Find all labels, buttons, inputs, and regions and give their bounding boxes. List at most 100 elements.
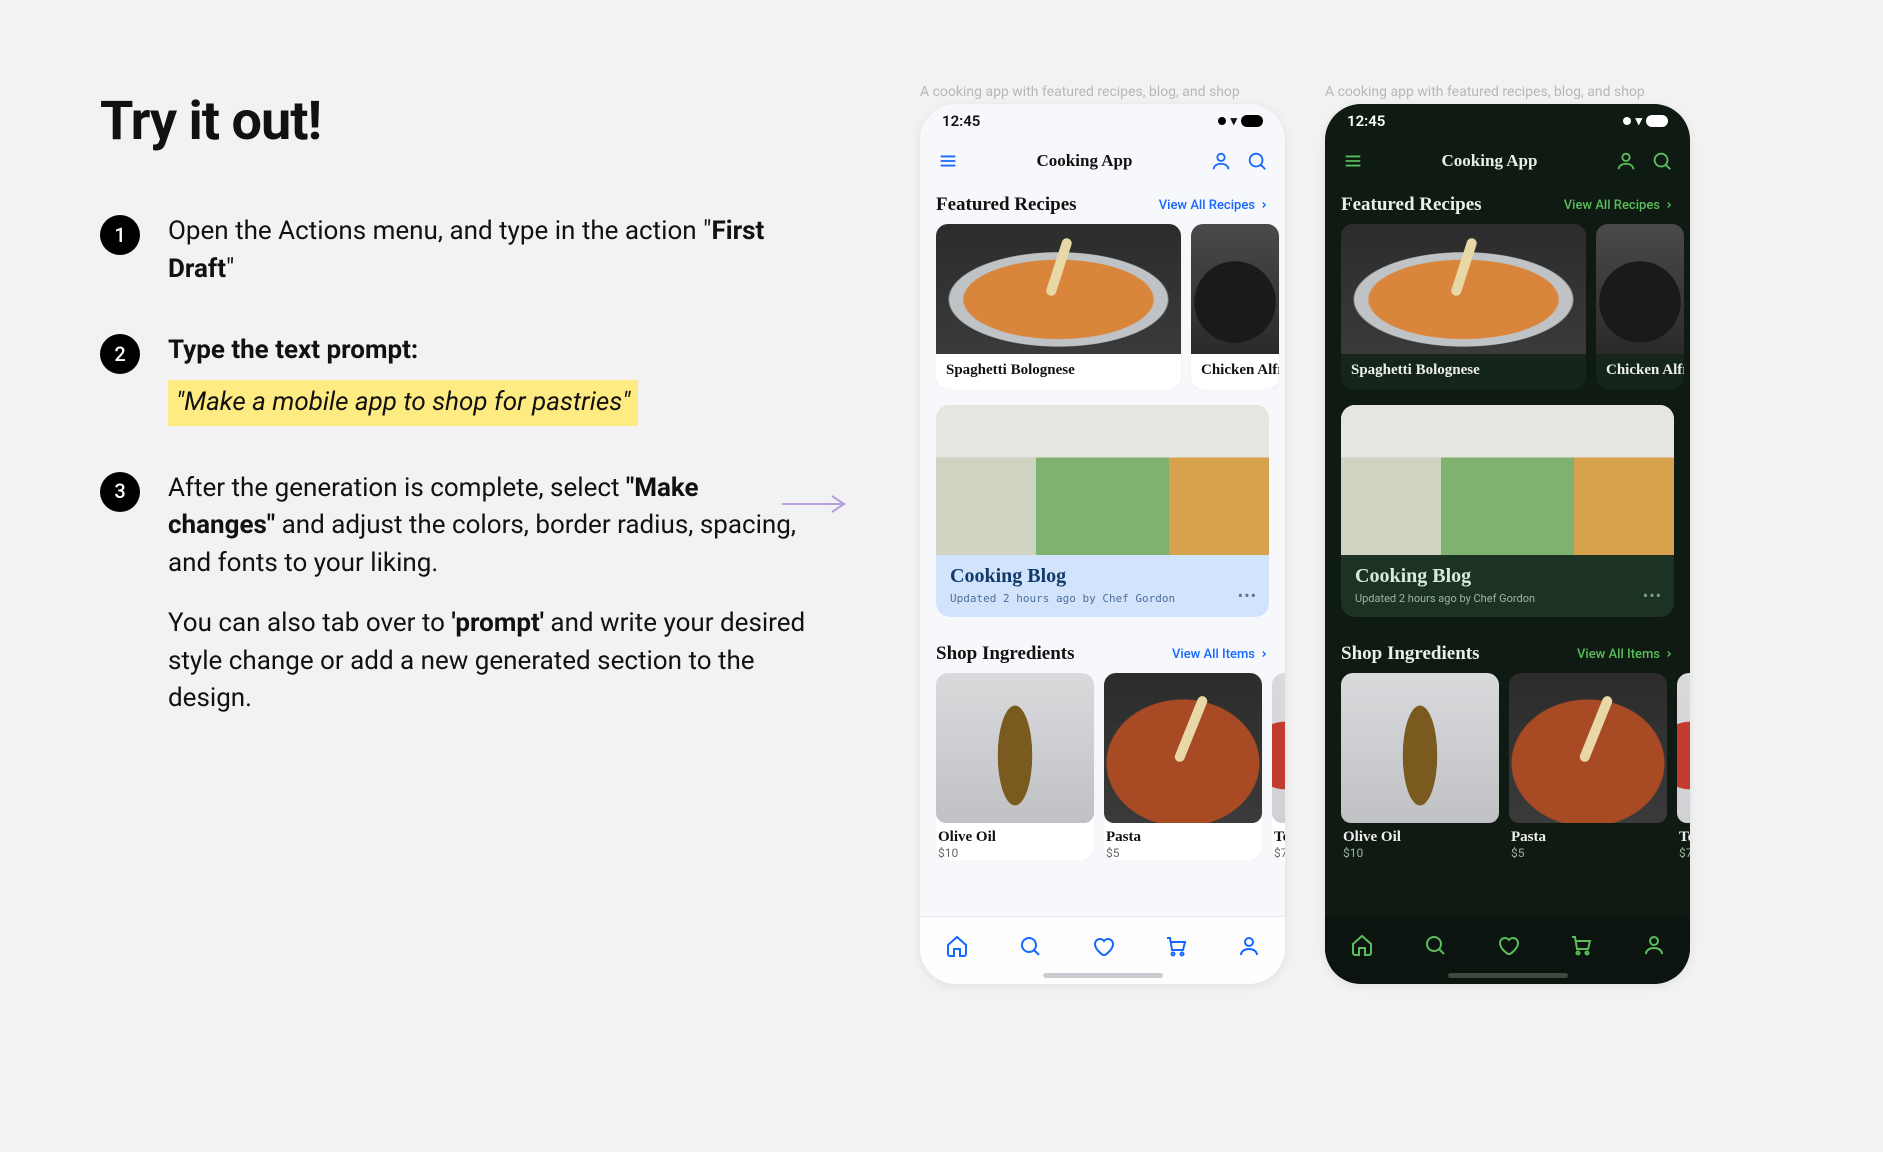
mock-caption-dark: A cooking app with featured recipes, blo… [1325,84,1645,100]
home-indicator [1448,973,1568,978]
shop-card[interactable]: Olive Oil $10 [1341,673,1499,860]
status-icons: ▾ [1623,114,1668,129]
tabbar [920,916,1285,984]
shop-image [1509,673,1667,823]
tab-favorites-icon[interactable] [1496,933,1520,957]
tab-profile-icon[interactable] [1237,934,1261,958]
featured-head: Featured Recipes View All Recipes [920,184,1285,224]
featured-heading: Featured Recipes [936,194,1077,216]
tab-profile-icon[interactable] [1642,933,1666,957]
step-3-badge: 3 [100,472,140,512]
search-icon[interactable] [1245,149,1269,173]
featured-head: Featured Recipes View All Recipes [1325,184,1690,224]
status-bar: 12:45 ▾ [1325,104,1690,138]
step-3-p2-bold: 'prompt' [451,608,544,638]
shop-name: Pasta [1509,823,1667,846]
battery-icon [1646,115,1668,127]
status-time: 12:45 [1347,112,1385,130]
recipe-image [1191,224,1279,354]
chevron-right-icon [1259,200,1269,210]
shop-card[interactable]: Pasta $5 [1104,673,1262,860]
chevron-right-icon [1664,200,1674,210]
mock-caption-light: A cooking app with featured recipes, blo… [920,84,1240,100]
tab-home-icon[interactable] [1350,933,1374,957]
step-1-text-post: " [226,254,234,284]
shop-list[interactable]: Olive Oil $10 Pasta $5 Tomato $7 [920,673,1285,860]
tab-cart-icon[interactable] [1569,933,1593,957]
blog-card[interactable]: Cooking Blog Updated 2 hours ago by Chef… [1341,405,1674,617]
shop-head: Shop Ingredients View All Items [920,633,1285,673]
blog-card[interactable]: Cooking Blog Updated 2 hours ago by Chef… [936,405,1269,617]
shop-image [1272,673,1285,823]
blog-image [1341,405,1674,555]
step-2: 2 Type the text prompt: "Make a mobile a… [100,332,810,425]
step-2-lead: Type the text prompt: [168,335,418,365]
blog-meta: Updated 2 hours ago by Chef Gordon [1355,592,1660,605]
blog-meta: Updated 2 hours ago by Chef Gordon [950,592,1255,605]
recipe-card[interactable]: Spaghetti Bolognese [1341,224,1586,389]
step-3-body: After the generation is complete, select… [168,470,810,718]
instruction-panel: Try it out! 1 Open the Actions menu, and… [100,90,810,762]
shop-viewall[interactable]: View All Items [1577,647,1674,662]
shop-card[interactable]: Tomato $7 [1272,673,1285,860]
profile-icon[interactable] [1614,149,1638,173]
tab-search-icon[interactable] [1018,934,1042,958]
tab-favorites-icon[interactable] [1091,934,1115,958]
menu-icon[interactable] [936,149,960,173]
tabbar [1325,916,1690,984]
shop-image [936,673,1094,823]
profile-icon[interactable] [1209,149,1233,173]
app-title: Cooking App [1037,151,1133,171]
search-icon[interactable] [1650,149,1674,173]
shop-name: Olive Oil [1341,823,1499,846]
status-icons: ▾ [1218,114,1263,129]
blog-image [936,405,1269,555]
blog-title: Cooking Blog [950,565,1255,588]
shop-name: Pasta [1104,823,1262,846]
shop-viewall[interactable]: View All Items [1172,647,1269,662]
featured-viewall[interactable]: View All Recipes [1159,198,1269,213]
battery-icon [1241,115,1263,127]
shop-name: Tomato [1272,823,1285,846]
recipe-card[interactable]: Chicken Alfredo [1596,224,1684,389]
chevron-right-icon [1259,649,1269,659]
featured-viewall[interactable]: View All Recipes [1564,198,1674,213]
shop-list[interactable]: Olive Oil $10 Pasta $5 Tomato $7 [1325,673,1690,860]
step-3-p1-pre: After the generation is complete, select [168,473,626,503]
recipe-image [1596,224,1684,354]
featured-list[interactable]: Spaghetti Bolognese Chicken Alfredo [1325,224,1690,389]
featured-heading: Featured Recipes [1341,194,1482,216]
topbar: Cooking App [920,138,1285,184]
shop-price: $7 [1272,846,1285,860]
tab-home-icon[interactable] [945,934,969,958]
step-3: 3 After the generation is complete, sele… [100,470,810,718]
recipe-title: Chicken Alfredo [1191,354,1279,389]
shop-price: $7 [1677,846,1690,860]
shop-heading: Shop Ingredients [936,643,1075,665]
shop-price: $5 [1509,846,1667,860]
step-2-badge: 2 [100,334,140,374]
shop-card[interactable]: Pasta $5 [1509,673,1667,860]
step-1-badge: 1 [100,215,140,255]
arrow-icon [780,492,850,516]
more-icon[interactable]: ••• [1238,586,1257,605]
shop-card[interactable]: Tomato $7 [1677,673,1690,860]
shop-price: $10 [936,846,1094,860]
recipe-card[interactable]: Spaghetti Bolognese [936,224,1181,389]
wifi-icon: ▾ [1635,114,1642,129]
recipe-card[interactable]: Chicken Alfredo [1191,224,1279,389]
tab-search-icon[interactable] [1423,933,1447,957]
step-1: 1 Open the Actions menu, and type in the… [100,213,810,288]
recipe-image [1341,224,1586,354]
featured-list[interactable]: Spaghetti Bolognese Chicken Alfredo [920,224,1285,389]
shop-name: Tomato [1677,823,1690,846]
featured-viewall-label: View All Recipes [1159,198,1255,213]
tab-cart-icon[interactable] [1164,934,1188,958]
step-2-prompt: "Make a mobile app to shop for pastries" [168,380,638,426]
menu-icon[interactable] [1341,149,1365,173]
more-icon[interactable]: ••• [1643,586,1662,605]
shop-card[interactable]: Olive Oil $10 [936,673,1094,860]
recipe-title: Spaghetti Bolognese [936,354,1181,389]
app-title: Cooking App [1442,151,1538,171]
shop-head: Shop Ingredients View All Items [1325,633,1690,673]
